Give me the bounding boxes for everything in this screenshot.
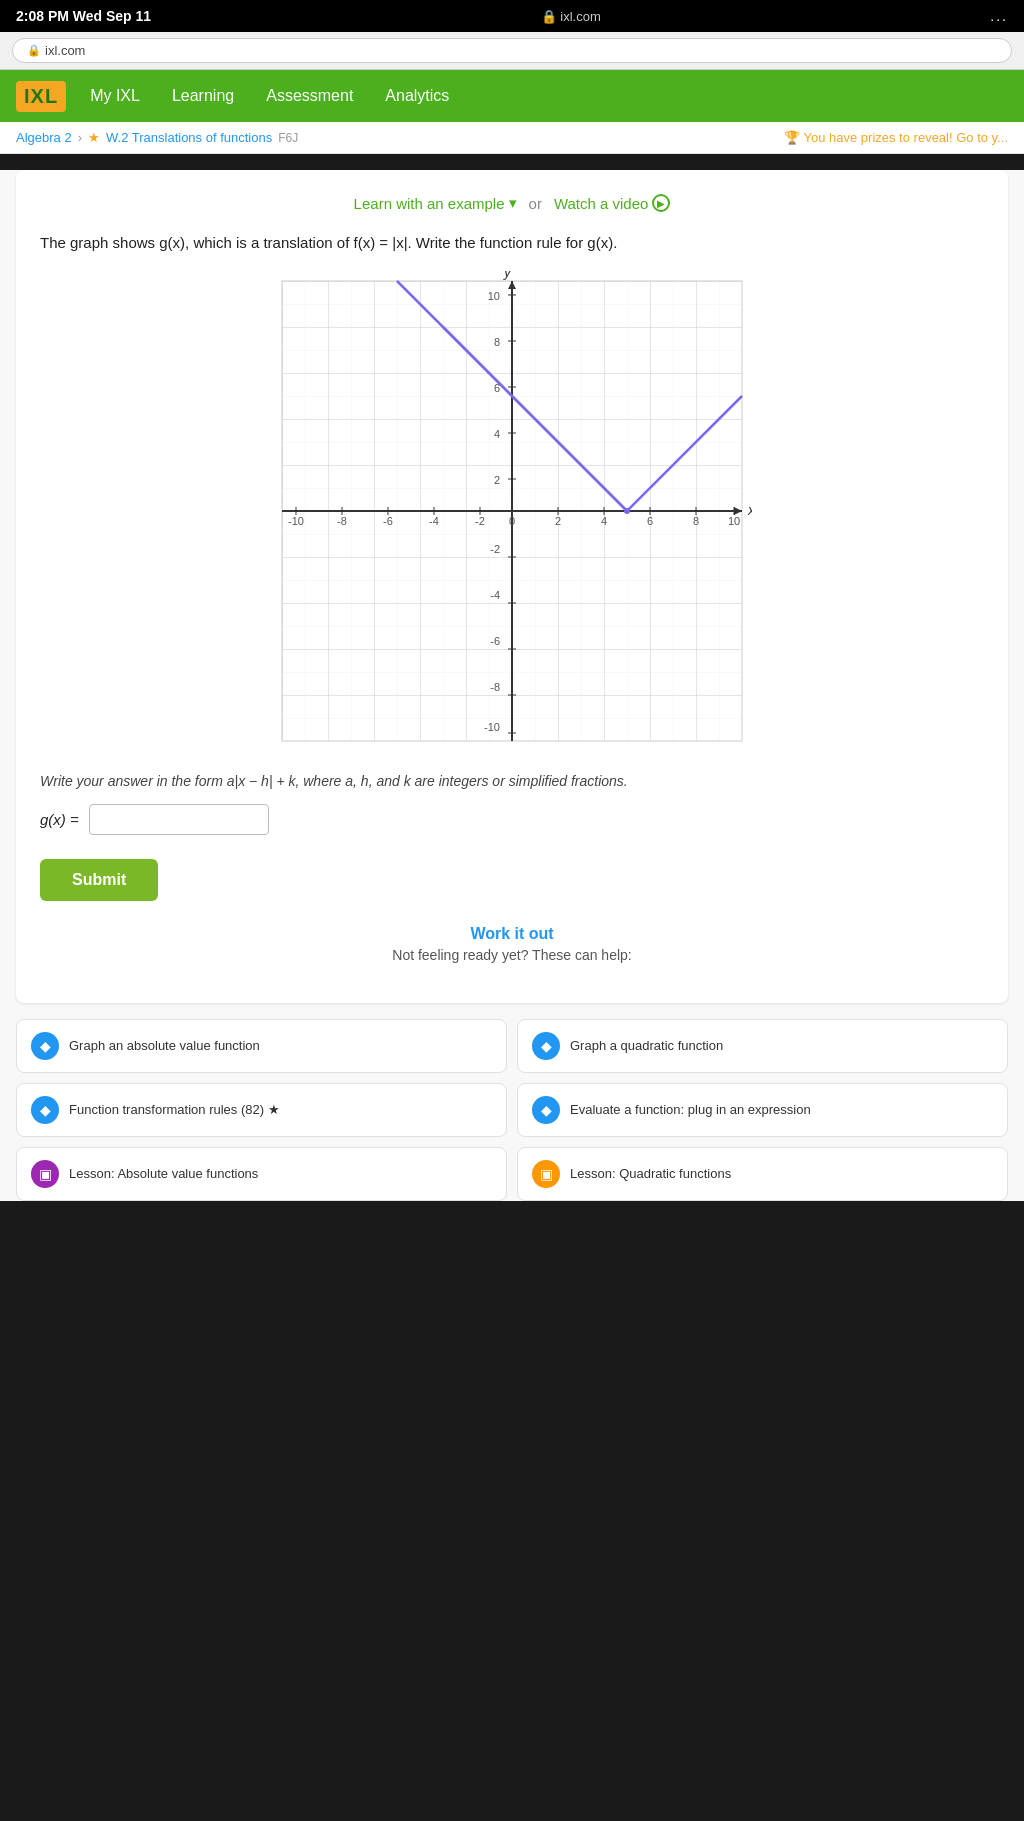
graph-container: x y -10 -8 -6 -4 -2 0 2 4 6 8 10 [40,271,984,751]
svg-text:6: 6 [647,515,653,527]
resource-icon-4: ▣ [31,1160,59,1188]
problem-text: The graph shows g(x), which is a transla… [40,232,984,255]
nav-my-ixl[interactable]: My IXL [90,83,140,109]
svg-text:-2: -2 [490,543,500,555]
trophy-icon: 🏆 [784,130,800,145]
resource-card-lesson-quad[interactable]: ▣ Lesson: Quadratic functions [517,1147,1008,1201]
svg-text:-8: -8 [337,515,347,527]
nav-links: My IXL Learning Assessment Analytics [90,83,449,109]
coordinate-graph: x y -10 -8 -6 -4 -2 0 2 4 6 8 10 [272,271,752,751]
svg-text:-6: -6 [383,515,393,527]
work-it-out-title: Work it out [40,925,984,943]
resource-card-graph-abs[interactable]: ◆ Graph an absolute value function [16,1019,507,1073]
problem-container: Learn with an example ▾ or Watch a video… [16,170,1008,1003]
svg-text:4: 4 [494,428,500,440]
resource-icon-1: ◆ [532,1032,560,1060]
breadcrumb-section[interactable]: W.2 Translations of functions [106,130,272,145]
url-text: ixl.com [45,43,85,58]
resource-icon-2: ◆ [31,1096,59,1124]
main-content: Learn with an example ▾ or Watch a video… [0,170,1024,1201]
breadcrumb-bar: Algebra 2 › ★ W.2 Translations of functi… [0,122,1024,154]
play-icon: ▶ [652,194,670,212]
svg-text:10: 10 [488,290,500,302]
svg-text:-10: -10 [288,515,304,527]
url-bar[interactable]: 🔒 ixl.com [12,38,1012,63]
svg-text:y: y [503,271,512,280]
prizes-text[interactable]: 🏆 You have prizes to reveal! Go to y... [784,130,1008,145]
lock-icon: 🔒 [541,9,557,24]
star-icon: ★ [88,130,100,145]
resource-label-4: Lesson: Absolute value functions [69,1166,258,1181]
resource-label-5: Lesson: Quadratic functions [570,1166,731,1181]
svg-text:-4: -4 [429,515,439,527]
resource-label-3: Evaluate a function: plug in an expressi… [570,1102,811,1117]
answer-section: Write your answer in the form a|x − h| +… [40,771,984,835]
svg-text:-4: -4 [490,589,500,601]
status-bar: 2:08 PM Wed Sep 11 🔒 ixl.com ... [0,0,1024,32]
more-icon[interactable]: ... [990,8,1008,24]
nav-learning[interactable]: Learning [172,83,234,109]
submit-button[interactable]: Submit [40,859,158,901]
breadcrumb-left: Algebra 2 › ★ W.2 Translations of functi… [16,130,298,145]
resource-icon-0: ◆ [31,1032,59,1060]
status-url: 🔒 ixl.com [541,9,601,24]
status-time: 2:08 PM Wed Sep 11 [16,8,151,24]
svg-text:2: 2 [555,515,561,527]
resource-card-lesson-abs[interactable]: ▣ Lesson: Absolute value functions [16,1147,507,1201]
svg-text:8: 8 [494,336,500,348]
svg-text:2: 2 [494,474,500,486]
svg-point-33 [624,508,630,514]
resource-label-0: Graph an absolute value function [69,1038,260,1053]
work-it-out-subtitle: Not feeling ready yet? These can help: [40,947,984,963]
learn-example-link[interactable]: Learn with an example ▾ [354,194,517,212]
work-it-out: Work it out Not feeling ready yet? These… [40,925,984,963]
svg-text:-10: -10 [484,721,500,733]
breadcrumb-algebra[interactable]: Algebra 2 [16,130,72,145]
svg-text:10: 10 [728,515,740,527]
resource-card-graph-quad[interactable]: ◆ Graph a quadratic function [517,1019,1008,1073]
resource-label-2: Function transformation rules (82) ★ [69,1102,280,1117]
svg-text:x: x [747,502,752,518]
answer-instruction: Write your answer in the form a|x − h| +… [40,771,984,792]
svg-text:-2: -2 [475,515,485,527]
svg-text:0: 0 [509,515,515,527]
svg-text:-8: -8 [490,681,500,693]
answer-label: g(x) = [40,811,79,828]
answer-row: g(x) = [40,804,984,835]
resource-card-transform[interactable]: ◆ Function transformation rules (82) ★ [16,1083,507,1137]
svg-text:8: 8 [693,515,699,527]
padlock-icon: 🔒 [27,44,41,57]
browser-bar: 🔒 ixl.com [0,32,1024,70]
resource-icon-3: ◆ [532,1096,560,1124]
resource-label-1: Graph a quadratic function [570,1038,723,1053]
resource-icon-5: ▣ [532,1160,560,1188]
nav-assessment[interactable]: Assessment [266,83,353,109]
svg-text:-6: -6 [490,635,500,647]
answer-input[interactable] [89,804,269,835]
nav-analytics[interactable]: Analytics [385,83,449,109]
chevron-down-icon: ▾ [509,194,517,212]
resource-card-evaluate[interactable]: ◆ Evaluate a function: plug in an expres… [517,1083,1008,1137]
or-text: or [529,195,542,212]
svg-text:4: 4 [601,515,607,527]
resources-grid: ◆ Graph an absolute value function ◆ Gra… [16,1019,1008,1201]
ixl-logo[interactable]: IXL [16,81,66,112]
breadcrumb-code: F6J [278,131,298,145]
watch-video-link[interactable]: Watch a video ▶ [554,194,671,212]
example-bar: Learn with an example ▾ or Watch a video… [40,194,984,212]
main-nav: IXL My IXL Learning Assessment Analytics [0,70,1024,122]
